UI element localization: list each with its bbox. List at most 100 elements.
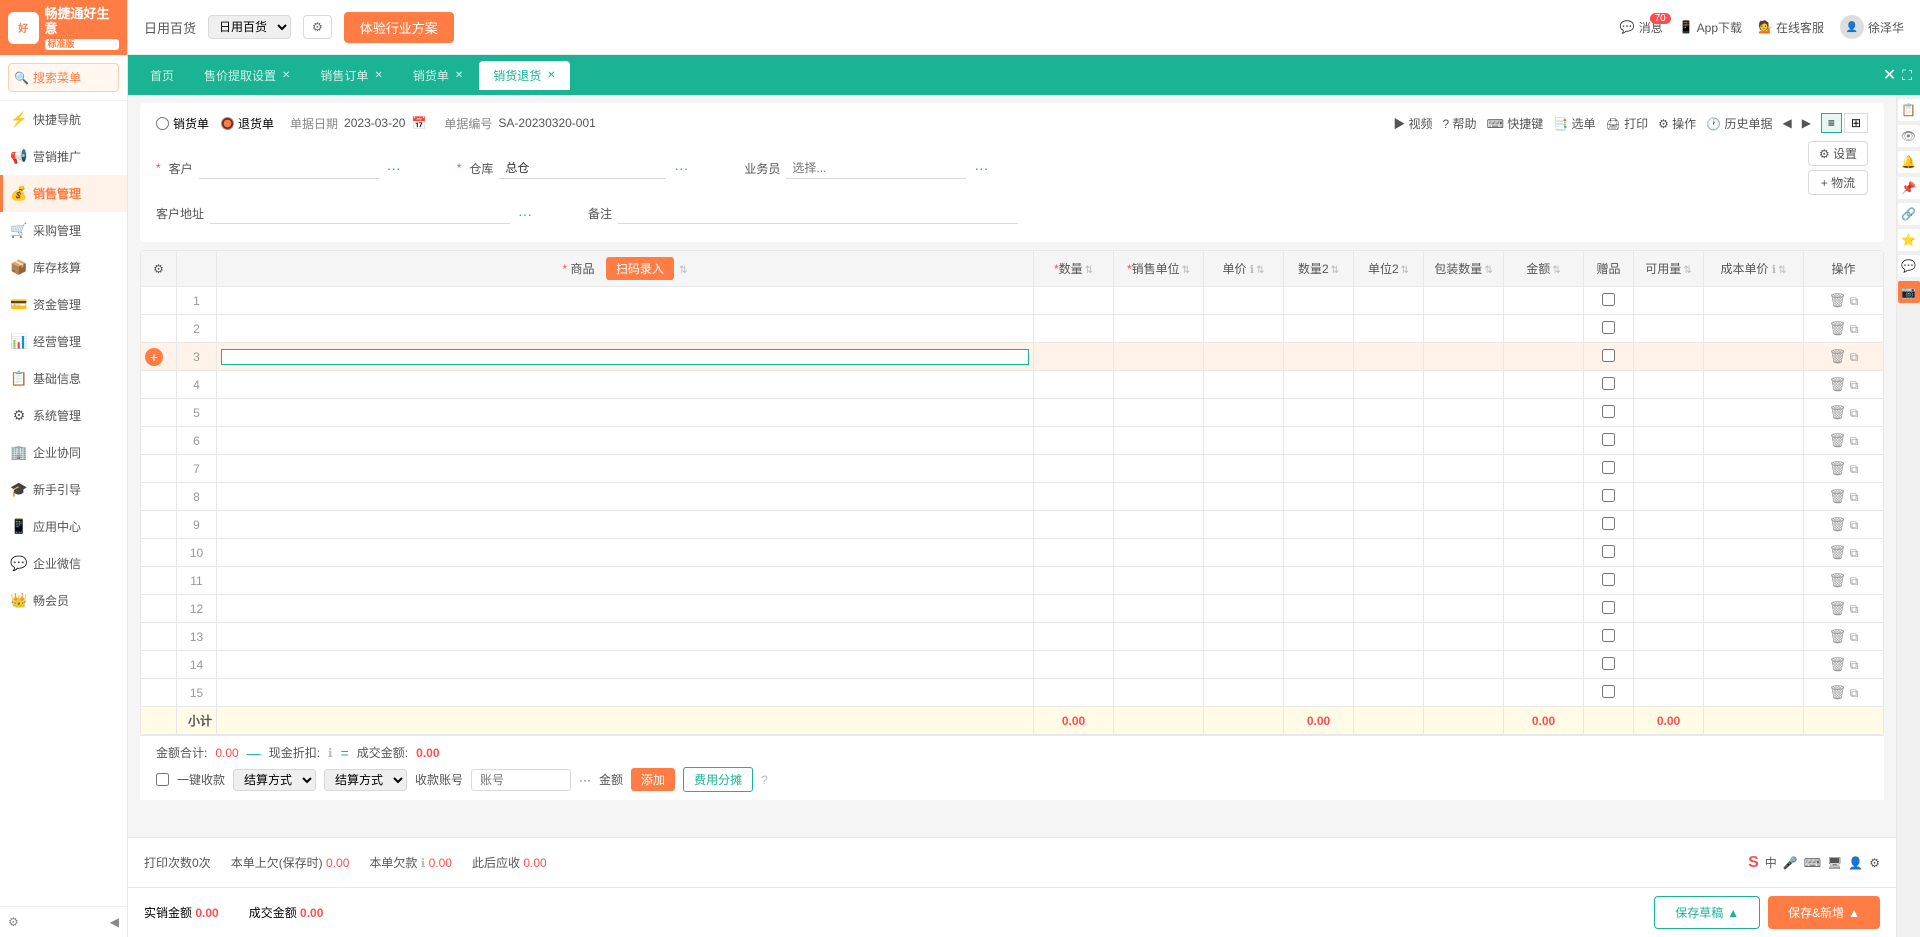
td-quantity2-13[interactable] (1284, 623, 1354, 651)
fee-help-icon[interactable]: ? (761, 773, 768, 787)
delete-row-button-3[interactable]: 🗑 (1829, 348, 1847, 365)
sidebar-item-wechat[interactable]: 💬 企业微信 (0, 545, 127, 582)
rs-icon-7[interactable]: 💬 (1898, 255, 1920, 277)
td-product-8[interactable] (217, 483, 1034, 511)
td-package-qty-10[interactable] (1424, 539, 1504, 567)
td-quantity-13[interactable] (1034, 623, 1114, 651)
td-sales-unit-13[interactable] (1114, 623, 1204, 651)
td-unit2-8[interactable] (1354, 483, 1424, 511)
tab-sales-return-close[interactable]: ✕ (547, 70, 555, 81)
td-product-15[interactable] (217, 679, 1034, 707)
keyboard-icon[interactable]: ⌨ (1804, 856, 1821, 870)
rs-icon-3[interactable]: 🔔 (1898, 151, 1920, 173)
td-gift-14[interactable] (1584, 651, 1634, 679)
td-quantity2-10[interactable] (1284, 539, 1354, 567)
td-cost-price-8[interactable] (1704, 483, 1804, 511)
td-unit2-7[interactable] (1354, 455, 1424, 483)
td-gift-5[interactable] (1584, 399, 1634, 427)
customer-address-input[interactable] (210, 203, 510, 224)
online-service-button[interactable]: 💁 在线客服 (1758, 19, 1824, 36)
td-available-8[interactable] (1634, 483, 1704, 511)
td-unit2-15[interactable] (1354, 679, 1424, 707)
fee-split-button[interactable]: 费用分摊 (683, 767, 753, 792)
td-available-12[interactable] (1634, 595, 1704, 623)
td-available-3[interactable] (1634, 343, 1704, 371)
td-cost-price-14[interactable] (1704, 651, 1804, 679)
message-button[interactable]: 💬 消息 70 (1620, 19, 1663, 36)
td-unit2-13[interactable] (1354, 623, 1424, 651)
delete-row-button-7[interactable]: 🗑 (1829, 460, 1847, 477)
daily-goods-select[interactable]: 日用百货 (208, 15, 291, 39)
product-input-8[interactable] (221, 490, 1029, 504)
td-package-qty-7[interactable] (1424, 455, 1504, 483)
tab-sales-delivery-close[interactable]: ✕ (455, 70, 463, 81)
td-unit2-9[interactable] (1354, 511, 1424, 539)
td-cost-price-4[interactable] (1704, 371, 1804, 399)
td-quantity2-11[interactable] (1284, 567, 1354, 595)
td-quantity-12[interactable] (1034, 595, 1114, 623)
rs-icon-5[interactable]: 🔗 (1898, 203, 1920, 225)
td-gift-11[interactable] (1584, 567, 1634, 595)
rs-icon-1[interactable]: 📋 (1898, 99, 1920, 121)
td-package-qty-3[interactable] (1424, 343, 1504, 371)
td-available-6[interactable] (1634, 427, 1704, 455)
td-gift-13[interactable] (1584, 623, 1634, 651)
th-settings[interactable]: ⚙ (141, 251, 177, 287)
product-input-7[interactable] (221, 462, 1029, 476)
unit2-sort-icon[interactable]: ⇅ (1401, 265, 1409, 276)
rs-icon-2[interactable]: 👁 (1898, 125, 1920, 147)
person-icon[interactable]: 👤 (1848, 856, 1863, 870)
layout-list-button[interactable]: ≡ (1821, 113, 1842, 133)
product-input-1[interactable] (221, 294, 1029, 308)
td-sales-unit-10[interactable] (1114, 539, 1204, 567)
copy-row-button-12[interactable]: ⧉ (1850, 602, 1859, 617)
salesperson-input[interactable] (786, 158, 966, 179)
product-input-11[interactable] (221, 574, 1029, 588)
sidebar-item-member[interactable]: 👑 畅会员 (0, 582, 127, 619)
td-unit-price-4[interactable] (1204, 371, 1284, 399)
td-product-13[interactable] (217, 623, 1034, 651)
td-sales-unit-6[interactable] (1114, 427, 1204, 455)
sidebar-item-purchase[interactable]: 🛒 采购管理 (0, 212, 127, 249)
td-available-13[interactable] (1634, 623, 1704, 651)
td-amount-15[interactable] (1504, 679, 1584, 707)
td-quantity-15[interactable] (1034, 679, 1114, 707)
add-row-button[interactable]: + (145, 348, 163, 366)
copy-row-button-2[interactable]: ⧉ (1850, 322, 1859, 337)
product-input-9[interactable] (221, 518, 1029, 532)
sidebar-item-sales[interactable]: 💰 销售管理 (0, 175, 127, 212)
next-doc-icon[interactable]: ▶ (1802, 116, 1811, 130)
address-dots[interactable]: ··· (518, 206, 532, 222)
td-unit-price-5[interactable] (1204, 399, 1284, 427)
td-unit-price-13[interactable] (1204, 623, 1284, 651)
sidebar-item-marketing[interactable]: 📢 营销推广 (0, 138, 127, 175)
td-available-11[interactable] (1634, 567, 1704, 595)
td-quantity-8[interactable] (1034, 483, 1114, 511)
history-action[interactable]: 🕐 历史单据 (1706, 115, 1772, 132)
td-quantity-2[interactable] (1034, 315, 1114, 343)
sidebar-item-operations[interactable]: 📊 经营管理 (0, 323, 127, 360)
video-action[interactable]: ▶ 视频 (1393, 115, 1432, 132)
sidebar-item-inventory[interactable]: 📦 库存核算 (0, 249, 127, 286)
td-quantity2-12[interactable] (1284, 595, 1354, 623)
note-input[interactable] (618, 203, 1018, 224)
calculation-method-select[interactable]: 结算方式 (324, 769, 407, 791)
search-menu-button[interactable]: 🔍 搜索菜单 (8, 63, 119, 92)
td-unit2-4[interactable] (1354, 371, 1424, 399)
td-amount-8[interactable] (1504, 483, 1584, 511)
td-package-qty-12[interactable] (1424, 595, 1504, 623)
td-sales-unit-14[interactable] (1114, 651, 1204, 679)
gift-checkbox-13[interactable] (1602, 629, 1615, 642)
td-product-4[interactable] (217, 371, 1034, 399)
td-sales-unit-3[interactable] (1114, 343, 1204, 371)
td-product-7[interactable] (217, 455, 1034, 483)
td-sales-unit-8[interactable] (1114, 483, 1204, 511)
td-package-qty-11[interactable] (1424, 567, 1504, 595)
select-action[interactable]: 📑 选单 (1553, 115, 1595, 132)
td-available-15[interactable] (1634, 679, 1704, 707)
td-gift-9[interactable] (1584, 511, 1634, 539)
td-gift-10[interactable] (1584, 539, 1634, 567)
td-gift-4[interactable] (1584, 371, 1634, 399)
shortcuts-action[interactable]: ⌨ 快捷键 (1487, 115, 1544, 132)
calendar-icon[interactable]: 📅 (411, 116, 426, 130)
